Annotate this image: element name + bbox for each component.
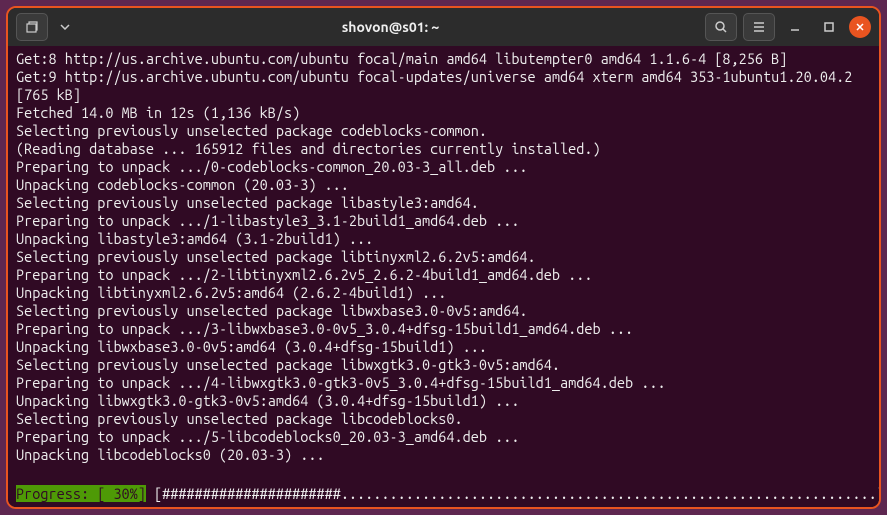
terminal-line: Preparing to unpack .../5-libcodeblocks0… bbox=[16, 428, 871, 446]
window-title: shovon@s01: ~ bbox=[84, 19, 697, 35]
terminal-output: Get:8 http://us.archive.ubuntu.com/ubunt… bbox=[16, 50, 871, 485]
terminal-line: Preparing to unpack .../4-libwxgtk3.0-gt… bbox=[16, 374, 871, 392]
terminal-line: Get:9 http://us.archive.ubuntu.com/ubunt… bbox=[16, 68, 871, 104]
terminal-line: Preparing to unpack .../3-libwxbase3.0-0… bbox=[16, 320, 871, 338]
progress-bar-filled: ###################### bbox=[162, 485, 341, 502]
terminal-line: Selecting previously unselected package … bbox=[16, 194, 871, 212]
terminal-line: Unpacking libwxgtk3.0-gtk3-0v5:amd64 (3.… bbox=[16, 392, 871, 410]
progress-bar-empty: ........................................… bbox=[341, 485, 877, 502]
terminal-line: Selecting previously unselected package … bbox=[16, 356, 871, 374]
minimize-button[interactable] bbox=[781, 14, 809, 40]
new-tab-button[interactable] bbox=[16, 13, 48, 41]
hamburger-icon bbox=[752, 20, 766, 34]
close-button[interactable] bbox=[849, 16, 871, 38]
titlebar: shovon@s01: ~ bbox=[8, 8, 879, 46]
terminal-line: Unpacking libwxbase3.0-0v5:amd64 (3.0.4+… bbox=[16, 338, 871, 356]
terminal-line: Preparing to unpack .../2-libtinyxml2.6.… bbox=[16, 266, 871, 284]
terminal-window: shovon@s01: ~ bbox=[6, 6, 881, 509]
terminal-line: Preparing to unpack .../0-codeblocks-com… bbox=[16, 158, 871, 176]
new-tab-icon bbox=[25, 20, 39, 34]
titlebar-left bbox=[16, 13, 76, 41]
progress-line: Progress: [ 30%] [######################… bbox=[16, 485, 871, 507]
search-icon bbox=[714, 20, 728, 34]
terminal-line: Selecting previously unselected package … bbox=[16, 302, 871, 320]
progress-bar-open: [ bbox=[146, 485, 162, 502]
menu-button[interactable] bbox=[743, 13, 775, 41]
close-icon bbox=[855, 22, 865, 32]
terminal-line: Selecting previously unselected package … bbox=[16, 248, 871, 266]
terminal-line: Fetched 14.0 MB in 12s (1,136 kB/s) bbox=[16, 104, 871, 122]
terminal-line: (Reading database ... 165912 files and d… bbox=[16, 140, 871, 158]
terminal-line: Get:8 http://us.archive.ubuntu.com/ubunt… bbox=[16, 50, 871, 68]
terminal-line: Selecting previously unselected package … bbox=[16, 410, 871, 428]
maximize-icon bbox=[823, 21, 835, 33]
titlebar-right bbox=[705, 13, 871, 41]
terminal-line: Preparing to unpack .../1-libastyle3_3.1… bbox=[16, 212, 871, 230]
maximize-button[interactable] bbox=[815, 14, 843, 40]
terminal-line: Unpacking codeblocks-common (20.03-3) ..… bbox=[16, 176, 871, 194]
terminal-body[interactable]: Get:8 http://us.archive.ubuntu.com/ubunt… bbox=[8, 46, 879, 507]
dropdown-button[interactable] bbox=[54, 13, 76, 41]
terminal-line: Selecting previously unselected package … bbox=[16, 122, 871, 140]
search-button[interactable] bbox=[705, 13, 737, 41]
minimize-icon bbox=[789, 21, 801, 33]
progress-label: Progress: [ 30%] bbox=[16, 485, 146, 502]
terminal-line: Unpacking libastyle3:amd64 (3.1-2build1)… bbox=[16, 230, 871, 248]
terminal-line: Unpacking libcodeblocks0 (20.03-3) ... bbox=[16, 446, 871, 464]
progress-bar-close: ] bbox=[877, 485, 879, 502]
terminal-line: Unpacking libtinyxml2.6.2v5:amd64 (2.6.2… bbox=[16, 284, 871, 302]
chevron-down-icon bbox=[60, 24, 70, 30]
